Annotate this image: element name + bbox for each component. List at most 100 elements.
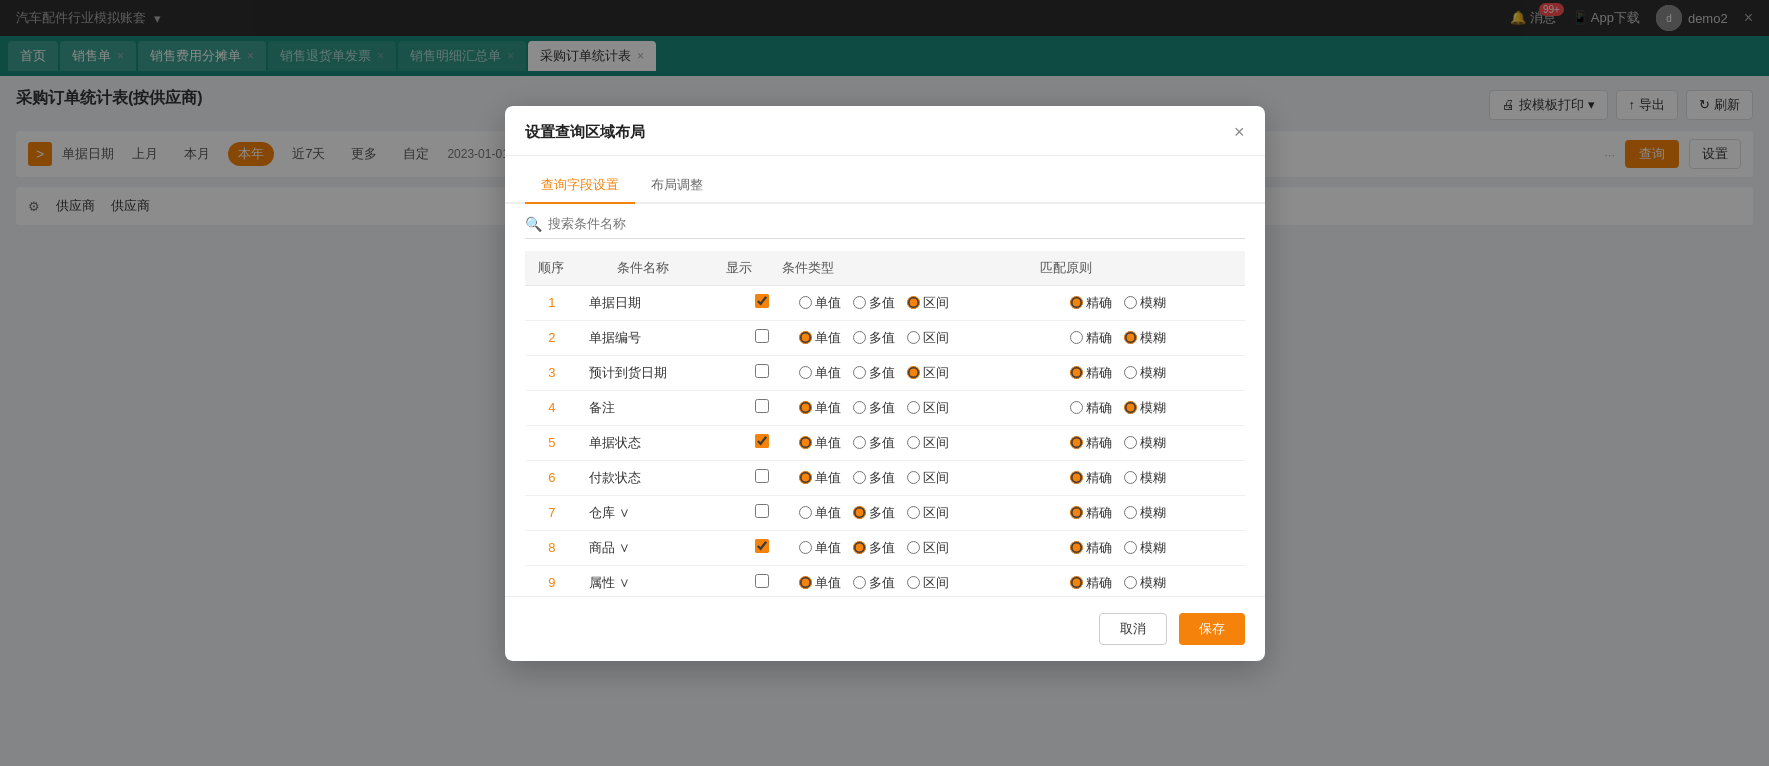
display-checkbox[interactable] [755, 434, 769, 448]
radio-match-exact[interactable]: 精确 [1070, 434, 1112, 452]
row-display-cell [735, 565, 789, 596]
row-cond-type-cell: 单值多值区间 [789, 425, 1060, 460]
table-row: 7仓库 ∨单值多值区间精确模糊 [525, 495, 1245, 530]
radio-cond-single[interactable]: 单值 [799, 504, 841, 522]
display-checkbox[interactable] [755, 504, 769, 518]
radio-cond-multi[interactable]: 多值 [853, 434, 895, 452]
radio-cond-multi[interactable]: 多值 [853, 294, 895, 312]
row-match-cell: 精确模糊 [1060, 565, 1245, 596]
row-match-cell: 精确模糊 [1060, 286, 1245, 321]
table-row: 6付款状态单值多值区间精确模糊 [525, 460, 1245, 495]
radio-match-fuzzy[interactable]: 模糊 [1124, 434, 1166, 452]
dialog-header: 设置查询区域布局 × [505, 106, 1265, 156]
row-cond-type-cell: 单值多值区间 [789, 530, 1060, 565]
col-header-name: 条件名称 [578, 251, 707, 286]
radio-cond-range[interactable]: 区间 [907, 434, 949, 452]
row-display-cell [735, 495, 789, 530]
radio-cond-single[interactable]: 单值 [799, 539, 841, 557]
display-checkbox[interactable] [755, 294, 769, 308]
radio-match-fuzzy[interactable]: 模糊 [1124, 329, 1166, 347]
radio-match-exact[interactable]: 精确 [1070, 469, 1112, 487]
radio-cond-single[interactable]: 单值 [799, 574, 841, 592]
radio-cond-range[interactable]: 区间 [907, 294, 949, 312]
row-name: 付款状态 [579, 460, 735, 495]
modal-overlay: 设置查询区域布局 × 查询字段设置 布局调整 🔍 顺序 条件名 [0, 0, 1769, 766]
display-checkbox[interactable] [755, 539, 769, 553]
radio-cond-range[interactable]: 区间 [907, 504, 949, 522]
table-row: 8商品 ∨单值多值区间精确模糊 [525, 530, 1245, 565]
display-checkbox[interactable] [755, 364, 769, 378]
radio-cond-range[interactable]: 区间 [907, 574, 949, 592]
search-input[interactable] [548, 216, 748, 231]
display-checkbox[interactable] [755, 329, 769, 343]
row-name: 预计到货日期 [579, 355, 735, 390]
row-display-cell [735, 390, 789, 425]
radio-cond-single[interactable]: 单值 [799, 399, 841, 417]
radio-cond-single[interactable]: 单值 [799, 469, 841, 487]
row-cond-type-cell: 单值多值区间 [789, 495, 1060, 530]
radio-match-exact[interactable]: 精确 [1070, 294, 1112, 312]
table-row: 1单据日期单值多值区间精确模糊 [525, 286, 1245, 321]
radio-match-fuzzy[interactable]: 模糊 [1124, 399, 1166, 417]
radio-match-fuzzy[interactable]: 模糊 [1124, 469, 1166, 487]
radio-match-exact[interactable]: 精确 [1070, 399, 1112, 417]
radio-match-fuzzy[interactable]: 模糊 [1124, 504, 1166, 522]
radio-match-fuzzy[interactable]: 模糊 [1124, 539, 1166, 557]
display-checkbox[interactable] [755, 469, 769, 483]
radio-cond-range[interactable]: 区间 [907, 539, 949, 557]
radio-cond-multi[interactable]: 多值 [853, 539, 895, 557]
radio-match-fuzzy[interactable]: 模糊 [1124, 364, 1166, 382]
settings-dialog: 设置查询区域布局 × 查询字段设置 布局调整 🔍 顺序 条件名 [505, 106, 1265, 661]
row-order: 4 [525, 390, 580, 425]
col-header-display: 显示 [707, 251, 771, 286]
radio-cond-single[interactable]: 单值 [799, 434, 841, 452]
radio-cond-single[interactable]: 单值 [799, 364, 841, 382]
table-row: 2单据编号单值多值区间精确模糊 [525, 320, 1245, 355]
display-checkbox[interactable] [755, 399, 769, 413]
radio-cond-single[interactable]: 单值 [799, 294, 841, 312]
radio-cond-multi[interactable]: 多值 [853, 574, 895, 592]
radio-cond-multi[interactable]: 多值 [853, 329, 895, 347]
col-header-order: 顺序 [525, 251, 579, 286]
row-cond-type-cell: 单值多值区间 [789, 355, 1060, 390]
row-cond-type-cell: 单值多值区间 [789, 565, 1060, 596]
radio-match-fuzzy[interactable]: 模糊 [1124, 294, 1166, 312]
radio-match-exact[interactable]: 精确 [1070, 504, 1112, 522]
radio-cond-multi[interactable]: 多值 [853, 364, 895, 382]
row-display-cell [735, 286, 789, 321]
table-row: 9属性 ∨单值多值区间精确模糊 [525, 565, 1245, 596]
row-order: 9 [525, 565, 580, 596]
row-name: 属性 ∨ [579, 565, 735, 596]
radio-cond-range[interactable]: 区间 [907, 364, 949, 382]
radio-cond-range[interactable]: 区间 [907, 329, 949, 347]
search-icon: 🔍 [525, 216, 542, 232]
row-display-cell [735, 530, 789, 565]
row-cond-type-cell: 单值多值区间 [789, 460, 1060, 495]
dialog-close-btn[interactable]: × [1234, 122, 1245, 143]
main-area: 采购订单统计表(按供应商) 🖨 按模板打印 ▾ ↑ 导出 ↻ 刷新 > 单据日期… [0, 76, 1769, 766]
table-scroll-area[interactable]: 1单据日期单值多值区间精确模糊2单据编号单值多值区间精确模糊3预计到货日期单值多… [525, 286, 1245, 596]
radio-cond-multi[interactable]: 多值 [853, 469, 895, 487]
row-display-cell [735, 425, 789, 460]
radio-match-exact[interactable]: 精确 [1070, 574, 1112, 592]
display-checkbox[interactable] [755, 574, 769, 588]
tab-query-fields[interactable]: 查询字段设置 [525, 168, 635, 204]
row-match-cell: 精确模糊 [1060, 425, 1245, 460]
radio-match-exact[interactable]: 精确 [1070, 539, 1112, 557]
row-match-cell: 精确模糊 [1060, 390, 1245, 425]
save-btn[interactable]: 保存 [1179, 613, 1245, 645]
radio-match-exact[interactable]: 精确 [1070, 364, 1112, 382]
radio-cond-multi[interactable]: 多值 [853, 399, 895, 417]
radio-match-exact[interactable]: 精确 [1070, 329, 1112, 347]
radio-cond-range[interactable]: 区间 [907, 399, 949, 417]
radio-cond-single[interactable]: 单值 [799, 329, 841, 347]
tab-layout-adjust[interactable]: 布局调整 [635, 168, 719, 204]
radio-match-fuzzy[interactable]: 模糊 [1124, 574, 1166, 592]
search-box: 🔍 [525, 216, 1245, 239]
radio-cond-multi[interactable]: 多值 [853, 504, 895, 522]
row-cond-type-cell: 单值多值区间 [789, 286, 1060, 321]
row-match-cell: 精确模糊 [1060, 320, 1245, 355]
row-cond-type-cell: 单值多值区间 [789, 390, 1060, 425]
radio-cond-range[interactable]: 区间 [907, 469, 949, 487]
cancel-btn[interactable]: 取消 [1099, 613, 1167, 645]
